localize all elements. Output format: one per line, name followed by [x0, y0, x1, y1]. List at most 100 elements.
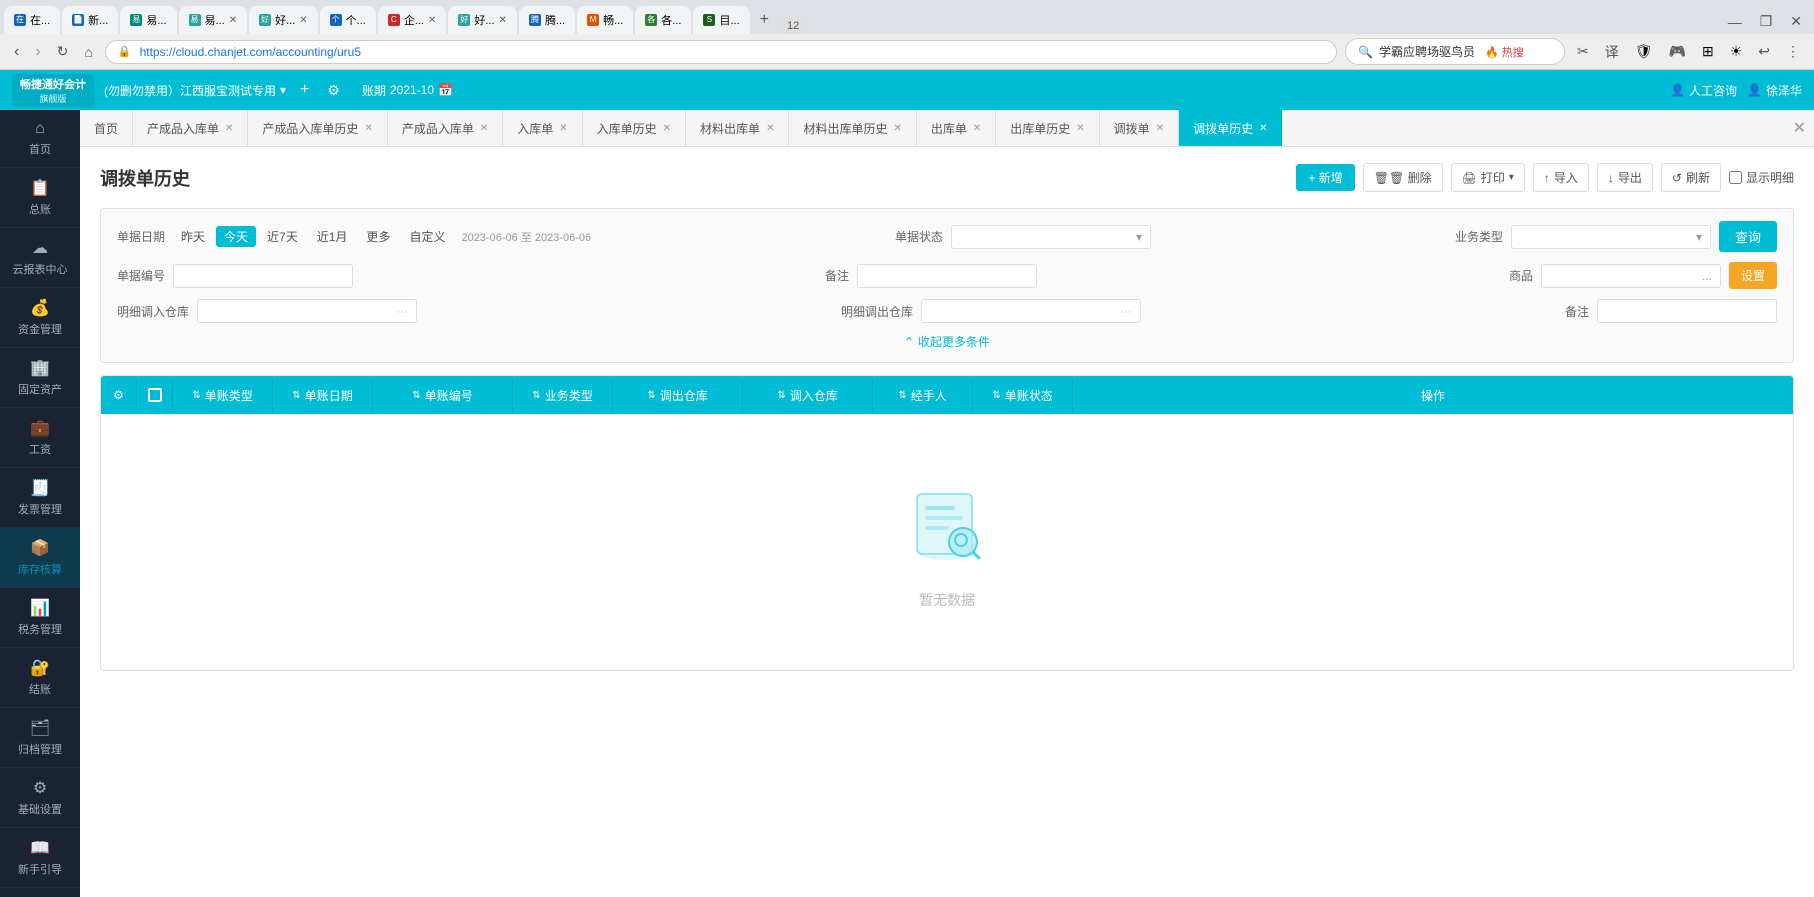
back-button[interactable]: ‹: [10, 43, 23, 61]
date-btn-month[interactable]: 近1月: [309, 226, 356, 247]
close-window-button[interactable]: ✕: [1782, 9, 1810, 34]
close-tab-icon[interactable]: ✕: [480, 123, 488, 134]
sidebar-item-reports[interactable]: ☁ 云报表中心: [0, 228, 80, 288]
undo-icon[interactable]: ↩: [1754, 43, 1774, 60]
select-all-checkbox[interactable]: [148, 388, 162, 402]
close-icon[interactable]: ✕: [428, 15, 436, 26]
query-button[interactable]: 查询: [1719, 221, 1777, 252]
browser-tab-10[interactable]: M 畅...: [577, 6, 633, 34]
sidebar-item-inventory[interactable]: 📦 库存核算: [0, 528, 80, 588]
tab-transfer[interactable]: 调拨单 ✕: [1100, 110, 1179, 146]
date-btn-more[interactable]: 更多: [358, 226, 398, 247]
extension-icon3[interactable]: ⊞: [1698, 43, 1718, 60]
sidebar-item-invoice[interactable]: 🧾 发票管理: [0, 468, 80, 528]
browser-tab-4[interactable]: 易 易... ✕: [179, 6, 248, 34]
browser-tab-2[interactable]: 📄 新...: [62, 6, 118, 34]
th-date[interactable]: ⇅ 单账日期: [273, 379, 373, 412]
th-out-warehouse[interactable]: ⇅ 调出仓库: [613, 379, 743, 412]
company-selector[interactable]: (勿删勿禁用）江西服宝测试专用 ▾: [104, 82, 286, 99]
period-selector[interactable]: 账期 2021-10 📅: [362, 82, 453, 99]
browser-tab-7[interactable]: C 企... ✕: [378, 6, 447, 34]
close-tab-icon[interactable]: ✕: [364, 123, 372, 134]
tab-home[interactable]: 首页: [80, 110, 133, 146]
close-icon[interactable]: ✕: [499, 15, 507, 26]
close-tab-icon[interactable]: ✕: [1156, 123, 1164, 134]
minimize-button[interactable]: —: [1720, 10, 1750, 34]
consult-button[interactable]: 👤 人工咨询: [1670, 82, 1737, 99]
number-input[interactable]: [173, 264, 353, 288]
scissors-icon[interactable]: ✂: [1573, 43, 1593, 60]
extension-icon1[interactable]: 🛡: [1631, 43, 1657, 60]
tab-transfer-history[interactable]: 调拨单历史 ✕: [1179, 110, 1282, 146]
address-input[interactable]: 🔒 https://cloud.chanjet.com/accounting/u…: [105, 40, 1337, 64]
browser-tab-12[interactable]: S 目...: [693, 6, 749, 34]
close-tab-icon[interactable]: ✕: [1259, 123, 1267, 134]
biz-type-select[interactable]: ▾: [1511, 225, 1711, 249]
detail-in-picker[interactable]: ···: [197, 299, 417, 323]
close-icon[interactable]: ✕: [299, 15, 307, 26]
new-tab-button[interactable]: +: [752, 6, 777, 34]
browser-tab-9[interactable]: 腾 腾...: [519, 6, 575, 34]
search-bar[interactable]: 🔍 学霸应聘场驱鸟员 🔥 热搜: [1345, 38, 1565, 65]
user-profile[interactable]: 👤 徐泽华: [1747, 82, 1802, 99]
close-tab-icon[interactable]: ✕: [1076, 123, 1084, 134]
settings-button[interactable]: 设置: [1729, 262, 1777, 289]
tab-mat-out-history[interactable]: 材料出库单历史 ✕: [789, 110, 916, 146]
th-status[interactable]: ⇅ 单账状态: [973, 379, 1073, 412]
sidebar-item-wages[interactable]: 💼 工资: [0, 408, 80, 468]
tab-product-in2[interactable]: 产成品入库单 ✕: [388, 110, 503, 146]
th-number[interactable]: ⇅ 单账编号: [373, 379, 513, 412]
th-checkbox[interactable]: [137, 380, 173, 410]
show-cols-toggle[interactable]: 显示明细: [1729, 169, 1794, 186]
maximize-button[interactable]: ❐: [1752, 9, 1781, 34]
delete-button[interactable]: 🗑 🗑 删除: [1363, 163, 1443, 192]
tab-out-history[interactable]: 出库单历史 ✕: [996, 110, 1099, 146]
refresh-button[interactable]: ↺ 刷新: [1661, 163, 1721, 192]
sidebar-item-closing[interactable]: 🔐 结账: [0, 648, 80, 708]
detail-remark-input[interactable]: [1597, 299, 1777, 323]
menu-icon[interactable]: ⋮: [1782, 43, 1804, 60]
sidebar-item-ledger[interactable]: 📋 总账: [0, 168, 80, 228]
date-btn-week[interactable]: 近7天: [259, 226, 306, 247]
settings-icon[interactable]: ⚙: [323, 82, 344, 99]
th-type[interactable]: ⇅ 单账类型: [173, 379, 273, 412]
browser-tab-3[interactable]: 易 易...: [120, 6, 176, 34]
close-all-tabs-button[interactable]: ✕: [1785, 114, 1814, 142]
export-button[interactable]: ↓ 导出: [1597, 163, 1653, 192]
date-btn-yesterday[interactable]: 昨天: [173, 226, 213, 247]
tab-product-in[interactable]: 产成品入库单 ✕: [133, 110, 248, 146]
detail-out-picker[interactable]: ···: [921, 299, 1141, 323]
tab-in-history[interactable]: 入库单历史 ✕: [583, 110, 686, 146]
browser-tab-1[interactable]: 在 在...: [4, 6, 60, 34]
status-select[interactable]: ▾: [951, 225, 1151, 249]
close-tab-icon[interactable]: ✕: [766, 123, 774, 134]
sidebar-item-guide[interactable]: 📖 新手引导: [0, 828, 80, 888]
sidebar-item-assets[interactable]: 🏢 固定资产: [0, 348, 80, 408]
date-btn-custom[interactable]: 自定义: [401, 226, 453, 247]
sidebar-item-home[interactable]: ⌂ 首页: [0, 110, 80, 168]
close-tab-icon[interactable]: ✕: [559, 123, 567, 134]
browser-tab-11[interactable]: 各 各...: [635, 6, 691, 34]
extension-icon4[interactable]: ☀: [1726, 43, 1747, 60]
th-handler[interactable]: ⇅ 经手人: [873, 379, 973, 412]
browser-tab-8[interactable]: 好 好... ✕: [448, 6, 517, 34]
browser-tab-6[interactable]: 个 个...: [320, 6, 376, 34]
new-button[interactable]: + 新增: [1296, 164, 1354, 191]
date-btn-today[interactable]: 今天: [216, 226, 256, 247]
tab-in-order[interactable]: 入库单 ✕: [503, 110, 582, 146]
th-in-warehouse[interactable]: ⇅ 调入仓库: [743, 379, 873, 412]
close-tab-icon[interactable]: ✕: [663, 123, 671, 134]
tab-product-in-history[interactable]: 产成品入库单历史 ✕: [248, 110, 387, 146]
add-company-button[interactable]: +: [296, 81, 313, 99]
translate-icon[interactable]: 译: [1601, 42, 1623, 62]
browser-tab-5[interactable]: 好 好... ✕: [249, 6, 318, 34]
close-tab-icon[interactable]: ✕: [893, 123, 901, 134]
home-button[interactable]: ⌂: [80, 44, 96, 60]
import-button[interactable]: ↑ 导入: [1533, 163, 1589, 192]
reload-button[interactable]: ↻: [53, 43, 73, 60]
extension-icon2[interactable]: 🎮: [1665, 43, 1690, 60]
sidebar-item-member[interactable]: ✓ 畅会员: [0, 888, 80, 897]
forward-button[interactable]: ›: [31, 43, 44, 61]
close-tab-icon[interactable]: ✕: [973, 123, 981, 134]
close-icon[interactable]: ✕: [229, 15, 237, 26]
